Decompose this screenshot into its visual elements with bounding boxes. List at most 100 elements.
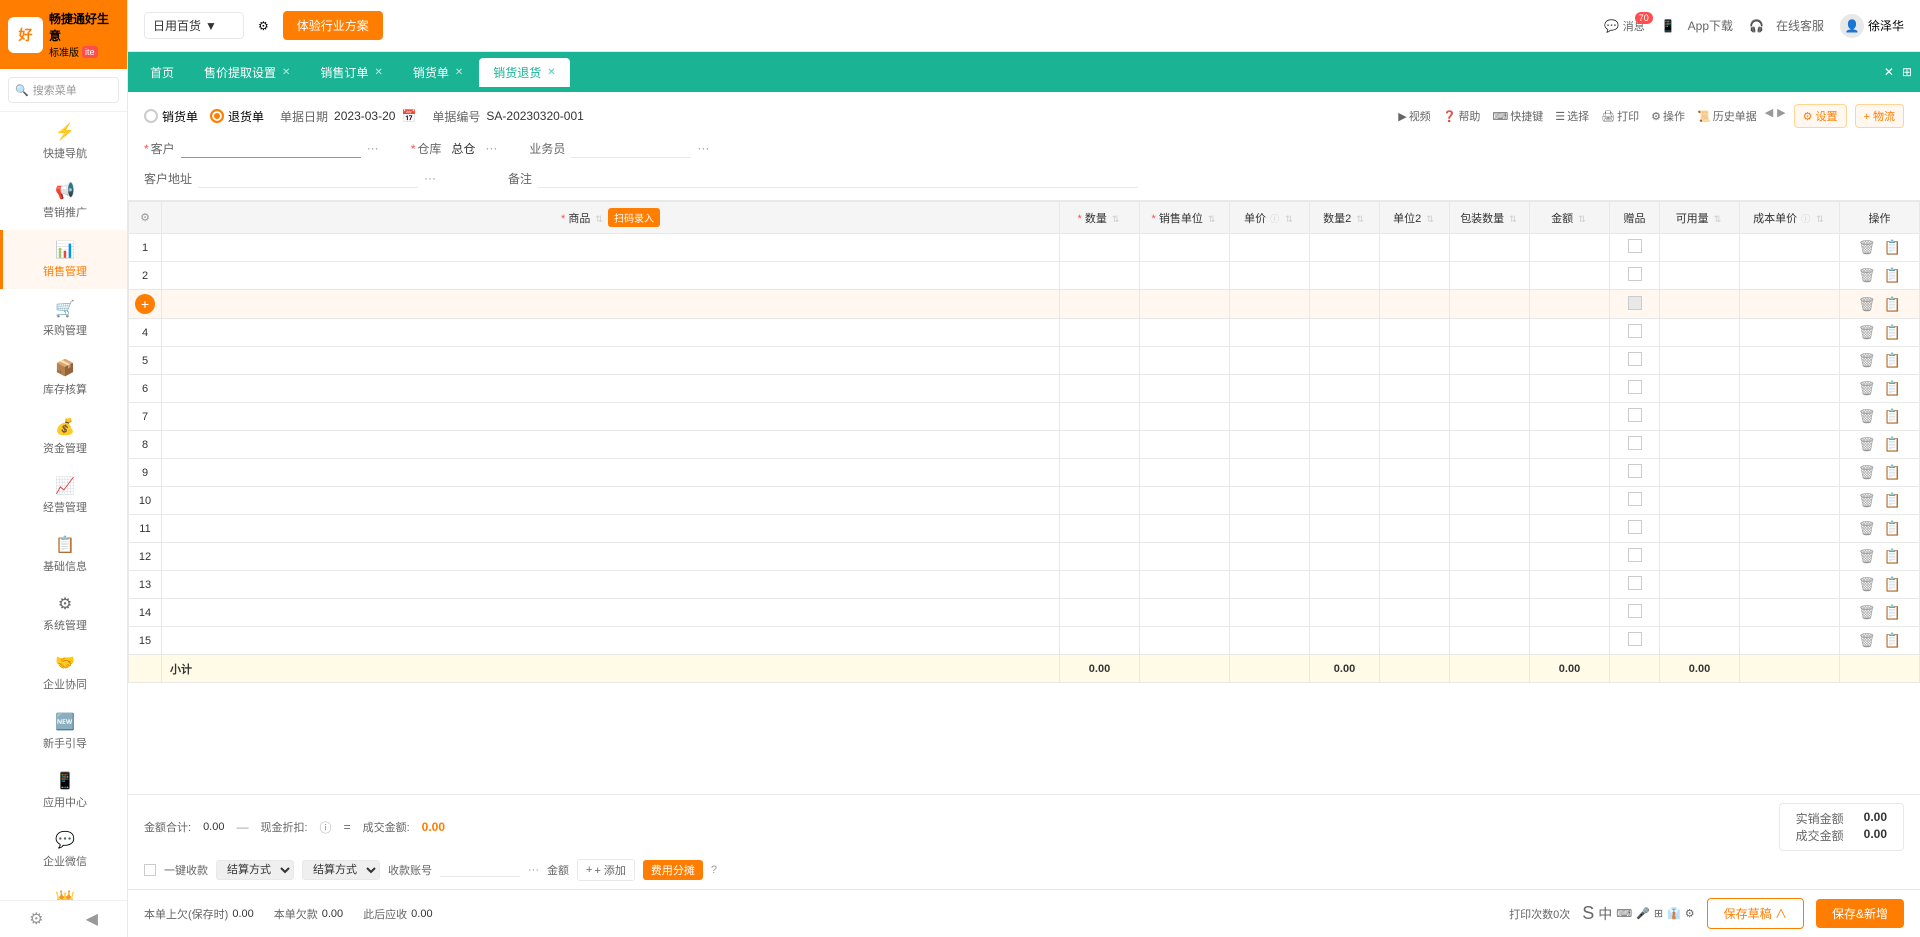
avail-sort-icon[interactable]: ⇅ [1714,214,1722,224]
address-more[interactable]: ··· [424,171,436,185]
copy-row-5[interactable]: 📋 [1884,352,1901,369]
save-draft-button[interactable]: 保存草稿 ∧ [1707,898,1804,929]
sidebar-item-apps[interactable]: 📱 应用中心 [0,761,127,820]
app-download-area[interactable]: 📱 App下载 [1661,17,1733,34]
help-btn[interactable]: ❓ 帮助 [1439,106,1485,126]
copy-row-3[interactable]: 📋 [1884,296,1901,313]
calc-select[interactable]: 结算方式 [302,860,380,880]
prev-icon[interactable]: ◀ [1765,106,1773,126]
sidebar-item-purchase[interactable]: 🛒 采购管理 [0,289,127,348]
scan-button[interactable]: 扫码录入 [608,208,660,227]
sidebar-item-sales[interactable]: 📊 销售管理 [0,230,127,289]
salesperson-input[interactable] [571,138,691,158]
price-info-icon[interactable]: ⓘ [1270,214,1279,224]
gift-checkbox-8[interactable] [1628,436,1642,450]
warehouse-more[interactable]: ··· [485,141,497,155]
delete-row-9[interactable]: 🗑 [1858,464,1876,481]
unit2-sort-icon[interactable]: ⇅ [1426,214,1434,224]
tab-close-sales-return[interactable]: ✕ [547,67,555,78]
product-sort-icon[interactable]: ⇅ [595,214,603,224]
gift-checkbox-4[interactable] [1628,324,1642,338]
sidebar-item-enterprise[interactable]: 🤝 企业协同 [0,643,127,702]
cost-info-icon[interactable]: ⓘ [1801,214,1810,224]
sidebar-item-basic-info[interactable]: 📋 基础信息 [0,525,127,584]
history-btn[interactable]: 📜 历史单据 [1693,106,1761,126]
settings-button[interactable]: ⚙ [29,909,43,929]
shortcut-btn[interactable]: ⌨ 快捷键 [1488,106,1547,126]
sidebar-item-operations[interactable]: 📈 经营管理 [0,466,127,525]
tab-price-setting[interactable]: 售价提取设置 ✕ [190,58,304,87]
copy-row-9[interactable]: 📋 [1884,464,1901,481]
copy-row-7[interactable]: 📋 [1884,408,1901,425]
print-btn[interactable]: 🖨 打印 [1597,106,1643,126]
input-icon-5[interactable]: ⚙ [1685,907,1695,920]
tab-close-sales-order[interactable]: ✕ [374,67,382,78]
delete-row-10[interactable]: 🗑 [1858,492,1876,509]
delete-row-8[interactable]: 🗑 [1858,436,1876,453]
video-btn[interactable]: ▶ 视频 [1394,106,1434,126]
tab-close-sales-delivery[interactable]: ✕ [455,67,463,78]
copy-row-15[interactable]: 📋 [1884,632,1901,649]
settlement-select[interactable]: 结算方式 [216,860,294,880]
delete-row-12[interactable]: 🗑 [1858,548,1876,565]
unit-sort-icon[interactable]: ⇅ [1208,214,1216,224]
gift-checkbox-1[interactable] [1628,239,1642,253]
save-new-button[interactable]: 保存&新增 [1816,899,1904,928]
product-input-3[interactable] [168,297,1053,312]
copy-row-13[interactable]: 📋 [1884,576,1901,593]
fee-help-icon[interactable]: ? [711,864,717,876]
trial-button[interactable]: 体验行业方案 [283,11,383,40]
one-click-checkbox[interactable] [144,864,156,876]
copy-row-12[interactable]: 📋 [1884,548,1901,565]
sidebar-item-wechat[interactable]: 💬 企业微信 [0,820,127,879]
add-payment-button[interactable]: + + 添加 [577,859,635,881]
next-icon[interactable]: ▶ [1777,106,1785,126]
address-input[interactable] [198,168,418,188]
sidebar-item-member[interactable]: 👑 畅会员 [0,879,127,900]
customer-input[interactable] [181,138,361,158]
th-gear[interactable]: ⚙ [129,202,162,234]
collapse-button[interactable]: ◀ [86,909,98,929]
sidebar-item-system[interactable]: ⚙ 系统管理 [0,584,127,643]
product-input-1[interactable] [168,240,1053,255]
operation-btn[interactable]: ⚙ 操作 [1647,106,1689,126]
logistics-btn[interactable]: + 物流 [1855,104,1904,128]
sidebar-search-area[interactable]: 🔍 搜索菜单 [0,69,127,112]
salesperson-more[interactable]: ··· [697,141,709,155]
search-menu-button[interactable]: 🔍 搜索菜单 [8,77,119,103]
gift-checkbox-2[interactable] [1628,267,1642,281]
gift-checkbox-9[interactable] [1628,464,1642,478]
delete-row-3[interactable]: 🗑 [1858,296,1876,313]
sidebar-item-quick-nav[interactable]: ⚡ 快捷导航 [0,112,127,171]
sidebar-item-guide[interactable]: 🆕 新手引导 [0,702,127,761]
account-more[interactable]: ··· [528,864,539,876]
tab-home[interactable]: 首页 [136,58,188,87]
qty2-sort-icon[interactable]: ⇅ [1356,214,1364,224]
sidebar-item-finance[interactable]: 💰 资金管理 [0,407,127,466]
gift-checkbox-11[interactable] [1628,520,1642,534]
gift-checkbox-10[interactable] [1628,492,1642,506]
user-info[interactable]: 👤 徐泽华 [1840,14,1904,38]
daily-goods-selector[interactable]: 日用百货 ▼ [144,12,244,39]
select-btn[interactable]: ☰ 选择 [1551,106,1593,126]
online-service-area[interactable]: 🎧 在线客服 [1749,17,1824,34]
gift-checkbox-13[interactable] [1628,576,1642,590]
pack-sort-icon[interactable]: ⇅ [1509,214,1517,224]
input-icon-1[interactable]: 中 [1598,904,1612,924]
delete-row-1[interactable]: 🗑 [1858,239,1876,256]
tab-close-price-setting[interactable]: ✕ [282,67,290,78]
delete-row-6[interactable]: 🗑 [1858,380,1876,397]
sidebar-item-inventory[interactable]: 📦 库存核算 [0,348,127,407]
delete-row-14[interactable]: 🗑 [1858,604,1876,621]
delete-row-15[interactable]: 🗑 [1858,632,1876,649]
fee-split-button[interactable]: 费用分摊 [643,860,703,880]
copy-row-11[interactable]: 📋 [1884,520,1901,537]
copy-row-10[interactable]: 📋 [1884,492,1901,509]
copy-row-8[interactable]: 📋 [1884,436,1901,453]
input-icon-2[interactable]: ⌨ [1616,907,1632,920]
copy-row-6[interactable]: 📋 [1884,380,1901,397]
add-row-button[interactable]: + [135,294,155,314]
gift-checkbox-5[interactable] [1628,352,1642,366]
notes-input[interactable] [538,168,1138,188]
gift-checkbox-3[interactable] [1628,296,1642,310]
